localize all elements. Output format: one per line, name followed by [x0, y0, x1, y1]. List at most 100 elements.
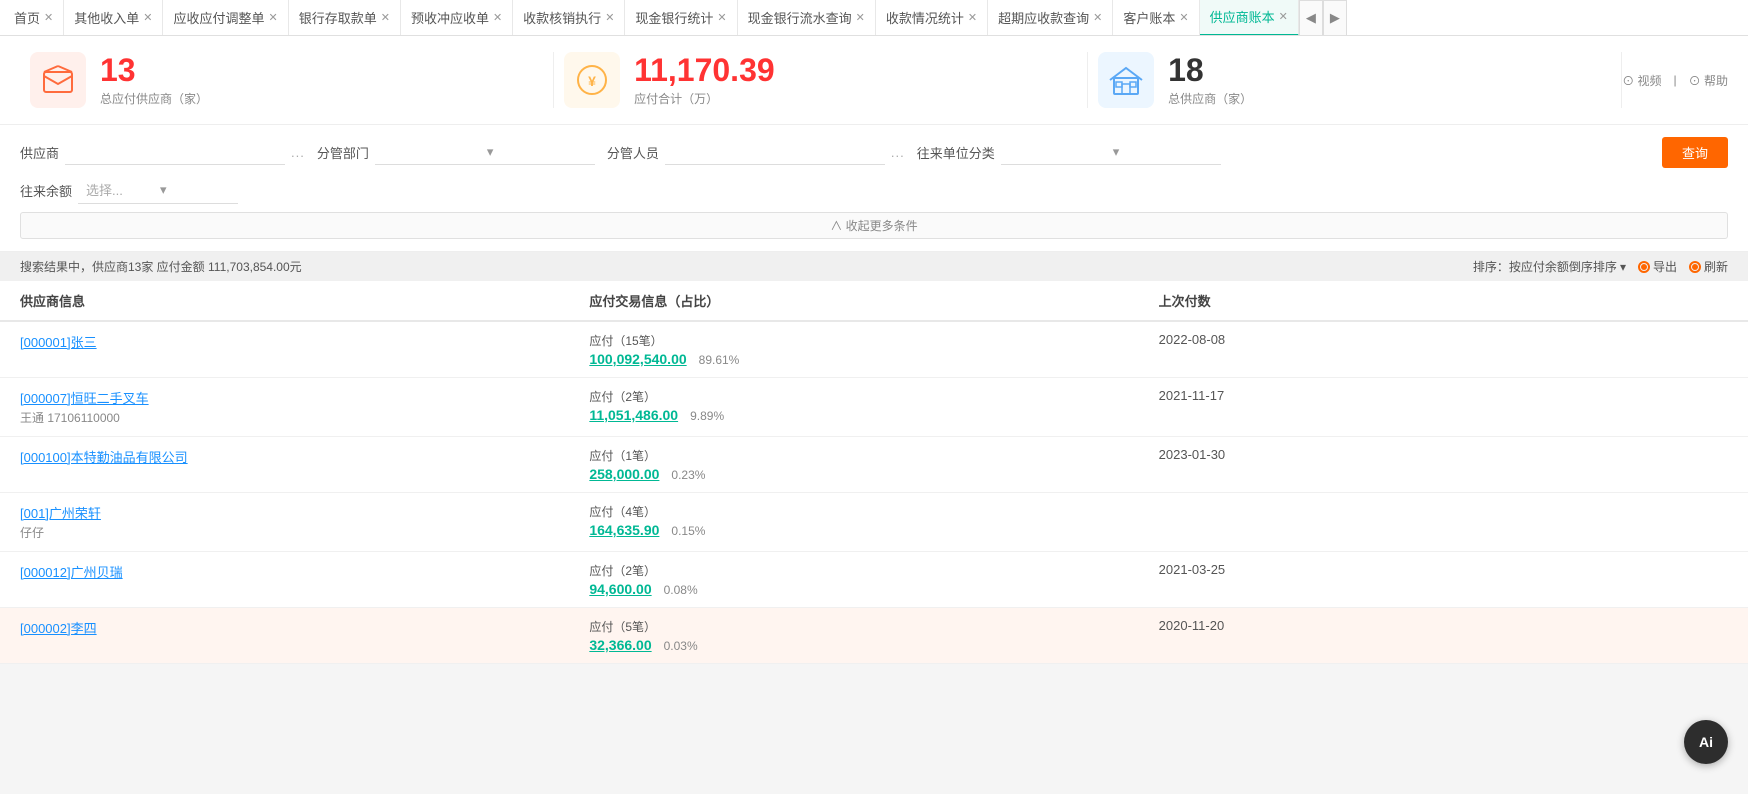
summary-card-total-suppliers: 18 总供应商（家） — [1088, 52, 1622, 108]
supplier-filter-input[interactable] — [65, 141, 285, 165]
nav-tab-8[interactable]: 收款情况统计 ✕ — [876, 0, 988, 36]
supplier-filter-dots: ... — [291, 145, 305, 160]
payable-amount-2[interactable]: 258,000.00 — [589, 466, 659, 482]
summary-card-payable-suppliers-text: 13 总应付供应商（家） — [100, 53, 208, 107]
balance-filter-select[interactable]: 选择... ▾ — [78, 176, 238, 204]
supplier-icon — [30, 52, 86, 108]
payable-amount-0[interactable]: 100,092,540.00 — [589, 351, 686, 367]
col-header-lastpay: 上次付数 — [1159, 291, 1728, 310]
nav-tab-1-close[interactable]: ✕ — [143, 11, 152, 24]
nav-tab-10-close[interactable]: ✕ — [1179, 11, 1188, 24]
supplier-sub-1: 王通 17106110000 — [20, 409, 589, 426]
nav-tab-7-close[interactable]: ✕ — [856, 11, 865, 24]
nav-tab-8-close[interactable]: ✕ — [968, 11, 977, 24]
supplier-table: 供应商信息 应付交易信息（占比） 上次付数 [000001]张三 应付（15笔）… — [0, 281, 1748, 664]
payable-info-3: 应付（4笔） 164,635.90 0.15% — [589, 503, 1158, 538]
nav-tab-9[interactable]: 超期应收款查询 ✕ — [988, 0, 1113, 36]
collapse-button[interactable]: ∧ 收起更多条件 — [20, 212, 1728, 239]
payable-info-row-4: 94,600.00 0.08% — [589, 579, 1158, 597]
help-links: ⊙ 视频 | ⊙ 帮助 — [1622, 72, 1728, 89]
category-filter-label: 往来单位分类 — [917, 143, 995, 162]
category-filter-select[interactable]: ▾ — [1001, 140, 1221, 165]
summary-card-payable-suppliers: 13 总应付供应商（家） — [20, 52, 554, 108]
nav-tab-9-close[interactable]: ✕ — [1093, 11, 1102, 24]
summary-card-total-payable: ¥ 11,170.39 应付合计（万） — [554, 52, 1088, 108]
payable-label-5: 应付（5笔） — [589, 618, 1158, 635]
payable-amount-3[interactable]: 164,635.90 — [589, 522, 659, 538]
help-link[interactable]: ⊙ 帮助 — [1689, 72, 1728, 89]
video-link[interactable]: ⊙ 视频 — [1622, 72, 1661, 89]
ai-label: Ai — [1699, 734, 1713, 750]
nav-tab-3[interactable]: 银行存取款单 ✕ — [289, 0, 401, 36]
nav-tab-1-label: 其他收入单 — [74, 8, 139, 27]
last-pay-0: 2022-08-08 — [1159, 332, 1728, 347]
payable-info-row-2: 258,000.00 0.23% — [589, 464, 1158, 482]
nav-tab-1[interactable]: 其他收入单 ✕ — [64, 0, 163, 36]
nav-tab-home[interactable]: 首页 ✕ — [4, 0, 64, 36]
payable-amount-5[interactable]: 32,366.00 — [589, 637, 651, 653]
filter-row-1: 供应商 ... 分管部门 ▾ 分管人员 ... 往来单位分类 ▾ 查询 — [20, 137, 1728, 168]
supplier-link-1[interactable]: [000007]恒旺二手叉车 — [20, 391, 149, 406]
nav-tab-supplier-ledger[interactable]: 供应商账本 ✕ — [1200, 0, 1299, 36]
payable-amount-1[interactable]: 11,051,486.00 — [589, 407, 678, 423]
ai-button[interactable]: Ai — [1684, 720, 1728, 764]
nav-arrow-right[interactable]: ▶ — [1323, 0, 1347, 36]
nav-tab-3-close[interactable]: ✕ — [381, 11, 390, 24]
supplier-link-4[interactable]: [000012]广州贝瑞 — [20, 565, 123, 580]
filter-person: 分管人员 ... — [607, 141, 905, 165]
nav-tab-10[interactable]: 客户账本 ✕ — [1113, 0, 1199, 36]
top-navigation: 首页 ✕ 其他收入单 ✕ 应收应付调整单 ✕ 银行存取款单 ✕ 预收冲应收单 ✕… — [0, 0, 1748, 36]
sort-button[interactable]: 排序：按应付余额倒序排序 ▾ — [1473, 258, 1626, 275]
person-filter-dots: ... — [891, 145, 905, 160]
dept-chevron-icon: ▾ — [487, 144, 587, 160]
dept-filter-label: 分管部门 — [317, 143, 369, 162]
person-filter-input[interactable] — [665, 141, 885, 165]
summary-card-total-suppliers-text: 18 总供应商（家） — [1168, 53, 1252, 107]
nav-arrow-left[interactable]: ◀ — [1299, 0, 1323, 36]
payable-percent-0: 89.61% — [699, 353, 740, 367]
nav-tab-7-label: 现金银行流水查询 — [748, 8, 852, 27]
table-row: [001]广州荣轩 仔仔 应付（4笔） 164,635.90 0.15% — [0, 493, 1748, 552]
nav-tab-7[interactable]: 现金银行流水查询 ✕ — [738, 0, 876, 36]
nav-tab-2-close[interactable]: ✕ — [268, 11, 277, 24]
filter-section: 供应商 ... 分管部门 ▾ 分管人员 ... 往来单位分类 ▾ 查询 往来 — [0, 125, 1748, 252]
filter-dept: 分管部门 ▾ — [317, 140, 595, 165]
total-suppliers-label: 总供应商（家） — [1168, 90, 1252, 107]
refresh-button[interactable]: 刷新 — [1689, 258, 1728, 275]
payable-label-0: 应付（15笔） — [589, 332, 1158, 349]
export-button[interactable]: 导出 — [1638, 258, 1677, 275]
supplier-info-3: [001]广州荣轩 仔仔 — [20, 503, 589, 541]
nav-tab-6-close[interactable]: ✕ — [717, 11, 726, 24]
sort-chevron-icon: ▾ — [1620, 260, 1626, 274]
payable-percent-3: 0.15% — [671, 524, 705, 538]
total-suppliers-value: 18 — [1168, 53, 1252, 88]
balance-filter-label: 往来余额 — [20, 181, 72, 200]
supplier-link-5[interactable]: [000002]李四 — [20, 621, 97, 636]
nav-tab-4-label: 预收冲应收单 — [411, 8, 489, 27]
supplier-link-0[interactable]: [000001]张三 — [20, 335, 97, 350]
supplier-link-2[interactable]: [000100]本特勤油品有限公司 — [20, 450, 188, 465]
balance-filter-value: 选择... — [86, 180, 156, 199]
nav-tab-2[interactable]: 应收应付调整单 ✕ — [163, 0, 288, 36]
payable-amount-4[interactable]: 94,600.00 — [589, 581, 651, 597]
nav-tab-4-close[interactable]: ✕ — [493, 11, 502, 24]
supplier-link-3[interactable]: [001]广州荣轩 — [20, 506, 101, 521]
payable-percent-4: 0.08% — [664, 583, 698, 597]
payable-info-row-1: 11,051,486.00 9.89% — [589, 405, 1158, 423]
total-payable-value: 11,170.39 — [634, 53, 775, 88]
nav-tab-supplier-ledger-close[interactable]: ✕ — [1279, 10, 1288, 23]
dept-filter-select[interactable]: ▾ — [375, 140, 595, 165]
nav-tab-5-label: 收款核销执行 — [523, 8, 601, 27]
query-button[interactable]: 查询 — [1662, 137, 1728, 168]
payable-label-3: 应付（4笔） — [589, 503, 1158, 520]
nav-tab-5-close[interactable]: ✕ — [605, 11, 614, 24]
refresh-label: 刷新 — [1704, 258, 1728, 275]
nav-tab-supplier-ledger-label: 供应商账本 — [1210, 7, 1275, 26]
export-label: 导出 — [1653, 258, 1677, 275]
nav-tab-4[interactable]: 预收冲应收单 ✕ — [401, 0, 513, 36]
nav-tab-home-close[interactable]: ✕ — [44, 11, 53, 24]
nav-tab-8-label: 收款情况统计 — [886, 8, 964, 27]
table-row: [000002]李四 应付（5笔） 32,366.00 0.03% 2020-1… — [0, 608, 1748, 664]
nav-tab-6[interactable]: 现金银行统计 ✕ — [625, 0, 737, 36]
nav-tab-5[interactable]: 收款核销执行 ✕ — [513, 0, 625, 36]
